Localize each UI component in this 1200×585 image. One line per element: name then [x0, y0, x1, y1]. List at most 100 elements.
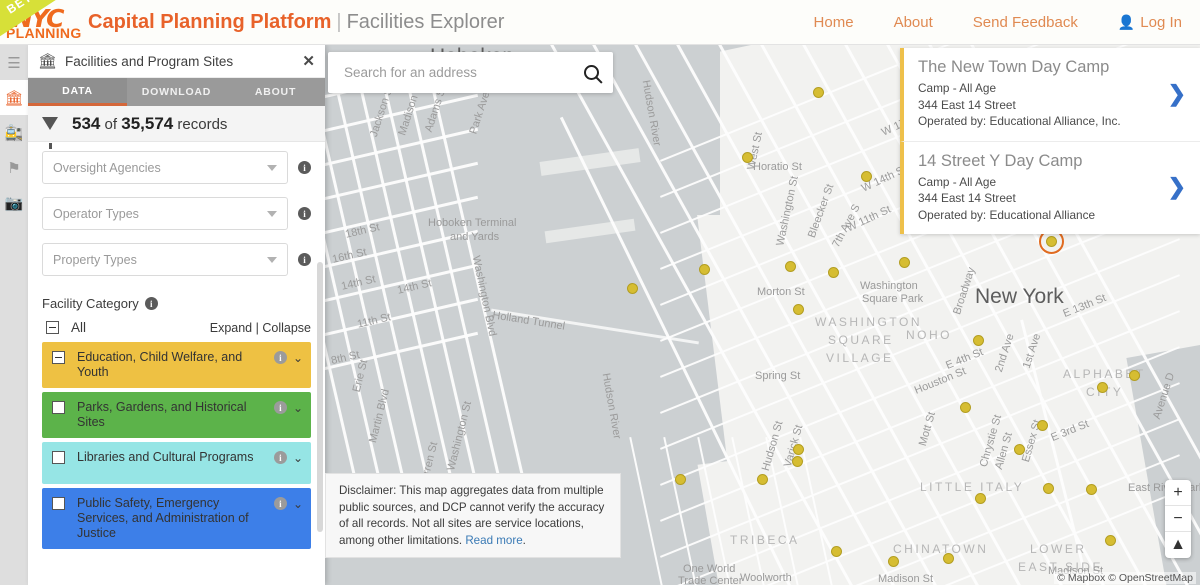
result-type: Camp - All Age — [918, 81, 997, 95]
map-marker[interactable] — [1097, 382, 1108, 393]
rail-item-transit[interactable]: 🚉 — [0, 115, 28, 150]
map-marker[interactable] — [813, 87, 824, 98]
map-marker[interactable] — [757, 474, 768, 485]
facility-category-row[interactable]: Libraries and Cultural Programs i ⌄ — [42, 442, 311, 484]
result-type: Camp - All Age — [918, 174, 997, 189]
map-marker[interactable] — [899, 257, 910, 268]
map-marker[interactable] — [975, 493, 986, 504]
panel-body: Oversight Agencies i Operator Types i Pr… — [28, 142, 325, 585]
record-count-of: of — [104, 115, 118, 133]
chevron-down-icon[interactable]: ⌄ — [293, 497, 303, 511]
search-icon[interactable] — [584, 65, 599, 80]
compass-reset-button[interactable]: ▲ — [1165, 532, 1191, 558]
zoom-in-button[interactable]: + — [1165, 480, 1191, 506]
category-checkbox[interactable] — [52, 451, 65, 464]
result-card[interactable]: 14 Street Y Day Camp Camp - All Age 344 Ea… — [900, 140, 1200, 234]
nav-about[interactable]: About — [894, 14, 933, 31]
info-icon[interactable]: i — [298, 161, 311, 174]
info-icon[interactable]: i — [273, 451, 287, 464]
map-shape — [600, 45, 720, 215]
info-icon[interactable]: i — [144, 297, 158, 310]
record-count-unit: records — [177, 115, 228, 133]
chevron-right-icon[interactable]: ❯ — [1168, 81, 1186, 107]
map-marker[interactable] — [699, 264, 710, 275]
search-input[interactable] — [342, 64, 578, 81]
rail-item-flag[interactable]: ⚑ — [0, 150, 28, 185]
panel-header: 🏛 Facilities and Program Sites ✕ — [28, 45, 325, 78]
rail-item-camera[interactable]: 📷 — [0, 185, 28, 220]
nav-home[interactable]: Home — [814, 14, 854, 31]
map-marker[interactable] — [627, 283, 638, 294]
info-icon[interactable]: i — [298, 207, 311, 220]
operator-types-select[interactable]: Operator Types — [42, 197, 288, 230]
map-marker[interactable] — [792, 456, 803, 467]
map-marker[interactable] — [861, 171, 872, 182]
info-icon[interactable]: i — [273, 351, 287, 364]
facility-category-all-row: All Expand | Collapse — [28, 311, 325, 342]
rail-item-facilities[interactable]: 🏛 — [0, 80, 28, 115]
facility-category-label: Facility Category — [42, 296, 139, 311]
property-types-select[interactable]: Property Types — [42, 243, 288, 276]
zoom-out-button[interactable]: − — [1165, 506, 1191, 532]
nav-send-feedback[interactable]: Send Feedback — [973, 14, 1078, 31]
map-marker[interactable] — [973, 335, 984, 346]
oversight-agencies-select[interactable]: Oversight Agencies — [42, 151, 288, 184]
rail-item-list[interactable]: ☰ — [0, 45, 28, 80]
close-icon[interactable]: ✕ — [302, 52, 315, 70]
info-icon[interactable]: i — [298, 253, 311, 266]
category-checkbox[interactable] — [52, 401, 65, 414]
panel-scrollbar[interactable] — [317, 262, 323, 532]
map-marker[interactable] — [943, 553, 954, 564]
category-label: Libraries and Cultural Programs — [77, 450, 254, 464]
tab-data[interactable]: DATA — [28, 78, 127, 106]
map-attribution[interactable]: © Mapbox © OpenStreetMap — [1054, 572, 1196, 584]
category-label: Public Safety, Emergency Services, and A… — [77, 496, 249, 540]
map-marker[interactable] — [1129, 370, 1140, 381]
nav-login[interactable]: 👤 Log In — [1118, 14, 1182, 31]
funnel-icon[interactable] — [42, 117, 58, 149]
result-title: The New Town Day Camp — [918, 58, 1110, 76]
map-marker[interactable] — [1105, 535, 1116, 546]
map-marker[interactable] — [793, 444, 804, 455]
all-checkbox[interactable] — [46, 321, 59, 334]
map-marker[interactable] — [1086, 484, 1097, 495]
category-checkbox[interactable] — [52, 351, 65, 364]
disclaimer-period: . — [522, 533, 526, 547]
address-search-box[interactable] — [328, 52, 613, 93]
expand-link[interactable]: Expand — [210, 321, 252, 335]
facility-category-row[interactable]: Parks, Gardens, and Historical Sites i ⌄ — [42, 392, 311, 438]
logo[interactable]: BETA NYC PLANNING — [0, 0, 81, 44]
map-marker[interactable] — [1043, 483, 1054, 494]
bank-icon: 🏛 — [4, 89, 24, 107]
tab-about[interactable]: ABOUT — [226, 78, 325, 106]
chevron-down-icon[interactable]: ⌄ — [293, 401, 303, 415]
map-marker[interactable] — [793, 304, 804, 315]
map-marker[interactable] — [785, 261, 796, 272]
map-marker[interactable] — [960, 402, 971, 413]
facility-category-row[interactable]: Public Safety, Emergency Services, and A… — [42, 488, 311, 549]
chevron-down-icon[interactable]: ⌄ — [293, 451, 303, 465]
chevron-right-icon[interactable]: ❯ — [1168, 174, 1186, 200]
results-list: The New Town Day Camp Camp - All Age 344 E… — [900, 48, 1200, 234]
chevron-down-icon[interactable]: ⌄ — [293, 351, 303, 365]
info-icon[interactable]: i — [273, 497, 287, 510]
facility-category-row[interactable]: Education, Child Welfare, and Youth i ⌄ — [42, 342, 311, 388]
app-title-main: Capital Planning Platform — [88, 10, 332, 33]
map-marker[interactable] — [888, 556, 899, 567]
map-marker[interactable] — [742, 152, 753, 163]
all-label: All — [71, 320, 87, 335]
result-card[interactable]: The New Town Day Camp Camp - All Age 344 E… — [900, 48, 1200, 141]
map-marker[interactable] — [1014, 444, 1025, 455]
map-marker[interactable] — [831, 546, 842, 557]
sidebar-rail: ☰ 🏛 🚉 ⚑ 📷 — [0, 45, 28, 585]
map-marker[interactable] — [675, 474, 686, 485]
info-icon[interactable]: i — [273, 401, 287, 414]
category-checkbox[interactable] — [52, 497, 65, 510]
collapse-link[interactable]: Collapse — [262, 321, 311, 335]
app-header: BETA NYC PLANNING Capital Planning Platf… — [0, 0, 1200, 45]
read-more-link[interactable]: Read more — [465, 534, 522, 547]
map-marker[interactable] — [828, 267, 839, 278]
map-marker[interactable] — [1037, 420, 1048, 431]
category-label: Parks, Gardens, and Historical Sites — [77, 400, 247, 429]
tab-download[interactable]: DOWNLOAD — [127, 78, 226, 106]
